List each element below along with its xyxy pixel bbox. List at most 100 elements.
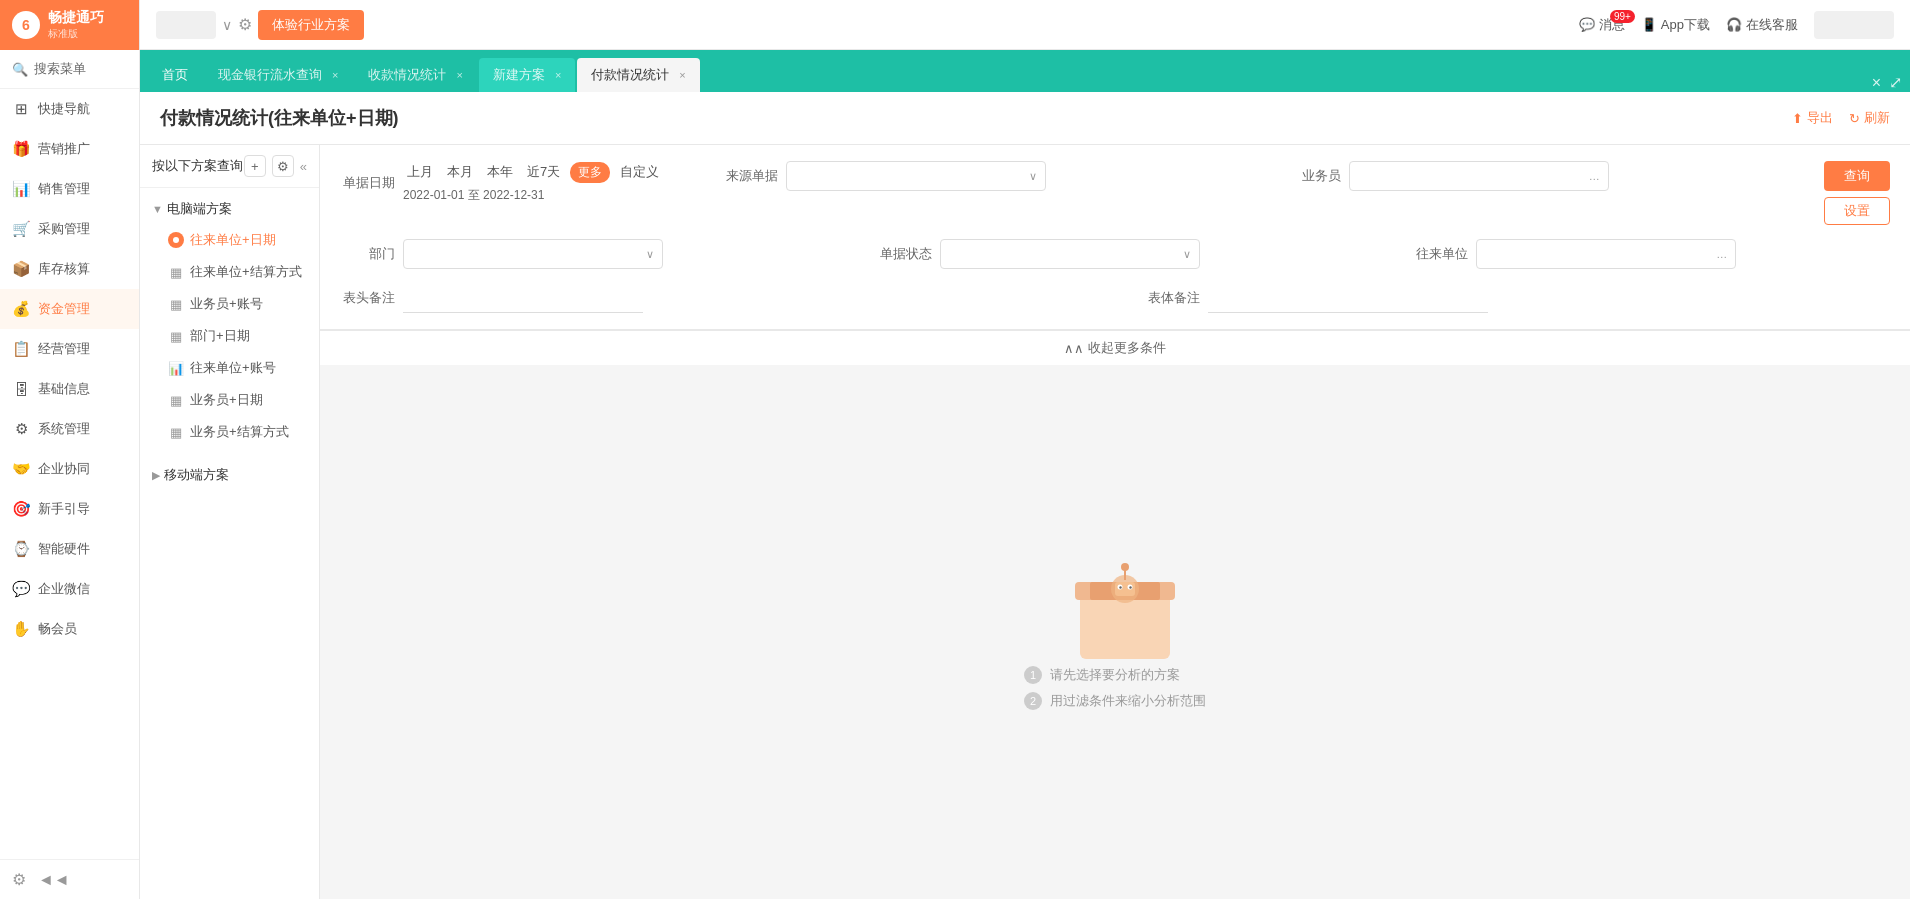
body-note-input[interactable] — [1208, 283, 1488, 313]
sidebar-item-system[interactable]: ⚙ 系统管理 — [0, 409, 139, 449]
tab-home-label: 首页 — [162, 66, 188, 84]
scheme-item-unit-date[interactable]: 往来单位+日期 — [140, 224, 319, 256]
sidebar-item-operation[interactable]: 📋 经营管理 — [0, 329, 139, 369]
sidebar-item-member[interactable]: ✋ 畅会员 — [0, 609, 139, 649]
close-all-tabs-btn[interactable]: × — [1872, 74, 1881, 92]
sidebar-item-basic[interactable]: 🗄 基础信息 — [0, 369, 139, 409]
quick-nav-icon: ⊞ — [12, 100, 30, 118]
table-icon: ▦ — [168, 328, 184, 344]
source-select[interactable]: ∨ — [786, 161, 1046, 191]
sidebar-item-hardware[interactable]: ⌚ 智能硬件 — [0, 529, 139, 569]
tab-payment-stats-close[interactable]: × — [679, 69, 685, 81]
sidebar-item-wechat[interactable]: 💬 企业微信 — [0, 569, 139, 609]
tip-num-2: 2 — [1024, 692, 1042, 710]
query-btn[interactable]: 查询 — [1824, 161, 1890, 191]
empty-tip-1: 1 请先选择要分析的方案 — [1024, 666, 1206, 684]
date-range-display[interactable]: 2022-01-01 至 2022-12-31 — [403, 187, 663, 204]
staff-select-arrow: … — [1589, 170, 1600, 182]
tab-home[interactable]: 首页 — [148, 58, 202, 92]
scheme-item-label: 业务员+结算方式 — [190, 423, 289, 441]
sidebar-item-guide[interactable]: 🎯 新手引导 — [0, 489, 139, 529]
sidebar-item-inventory[interactable]: 📦 库存核算 — [0, 249, 139, 289]
scheme-item-staff-date[interactable]: ▦ 业务员+日期 — [140, 384, 319, 416]
quick-date-7days[interactable]: 近7天 — [523, 161, 564, 183]
content-area: 付款情况统计(往来单位+日期) ⬆ 导出 ↻ 刷新 按以下方案查询 + — [140, 92, 1910, 899]
sidebar-item-quick-nav[interactable]: ⊞ 快捷导航 — [0, 89, 139, 129]
dept-select[interactable]: ∨ — [403, 239, 663, 269]
filter-area: 单据日期 上月 本月 本年 近7天 更多 自定义 20 — [320, 145, 1910, 330]
header-note-input[interactable] — [403, 283, 643, 313]
quick-date-custom[interactable]: 自定义 — [616, 161, 663, 183]
hardware-icon: ⌚ — [12, 540, 30, 558]
sidebar-item-label: 营销推广 — [38, 140, 90, 158]
doc-status-select[interactable]: ∨ — [940, 239, 1200, 269]
mobile-group-header[interactable]: ▶ 移动端方案 — [140, 460, 319, 490]
quick-date-buttons: 上月 本月 本年 近7天 更多 自定义 — [403, 161, 663, 183]
refresh-icon: ↻ — [1849, 111, 1860, 126]
desktop-group-header[interactable]: ▼ 电脑端方案 — [140, 194, 319, 224]
sidebar-item-label: 企业微信 — [38, 580, 90, 598]
table-icon: ▦ — [168, 296, 184, 312]
tab-new-scheme-close[interactable]: × — [555, 69, 561, 81]
scheme-item-dept-date[interactable]: ▦ 部门+日期 — [140, 320, 319, 352]
edit-scheme-btn[interactable]: ⚙ — [272, 155, 294, 177]
collapse-conditions-btn[interactable]: ∧∧ 收起更多条件 — [320, 330, 1910, 365]
message-btn[interactable]: 💬 消息 99+ — [1579, 16, 1625, 34]
tabs-actions: × ⤢ — [1872, 73, 1902, 92]
export-btn[interactable]: ⬆ 导出 — [1792, 109, 1833, 127]
staff-select[interactable]: … — [1349, 161, 1609, 191]
sidebar-item-sales[interactable]: 📊 销售管理 — [0, 169, 139, 209]
sidebar: 6 畅捷通巧 标准版 🔍 搜索菜单 ⊞ 快捷导航 🎁 营销推广 📊 销售管理 🛒… — [0, 0, 140, 899]
sidebar-item-finance[interactable]: 💰 资金管理 — [0, 289, 139, 329]
tab-receipt-stats-close[interactable]: × — [456, 69, 462, 81]
refresh-btn[interactable]: ↻ 刷新 — [1849, 109, 1890, 127]
topbar-user-info[interactable] — [1814, 11, 1894, 39]
sidebar-item-marketing[interactable]: 🎁 营销推广 — [0, 129, 139, 169]
inventory-icon: 📦 — [12, 260, 30, 278]
scheme-item-staff-settle[interactable]: ▦ 业务员+结算方式 — [140, 416, 319, 448]
trial-btn[interactable]: 体验行业方案 — [258, 10, 364, 40]
main-layout: 按以下方案查询 + ⚙ « ▼ 电脑端方案 往来单位+日期 — [140, 145, 1910, 899]
tab-receipt-stats[interactable]: 收款情况统计 × — [354, 58, 476, 92]
settings-btn[interactable]: 设置 — [1824, 197, 1890, 225]
table-icon: ▦ — [168, 392, 184, 408]
tab-new-scheme[interactable]: 新建方案 × — [479, 58, 575, 92]
sidebar-item-label: 库存核算 — [38, 260, 90, 278]
message-badge: 99+ — [1610, 10, 1635, 23]
svg-rect-0 — [1080, 594, 1170, 659]
quick-date-more-active[interactable]: 更多 — [570, 162, 610, 183]
app-download-btn[interactable]: 📱 App下载 — [1641, 16, 1710, 34]
add-scheme-btn[interactable]: + — [244, 155, 266, 177]
expand-tab-btn[interactable]: ⤢ — [1889, 73, 1902, 92]
tab-payment-stats[interactable]: 付款情况统计 × — [577, 58, 699, 92]
settings-footer-btn[interactable]: ⚙ — [12, 870, 26, 889]
sidebar-header: 6 畅捷通巧 标准版 — [0, 0, 139, 50]
scheme-item-staff-account[interactable]: ▦ 业务员+账号 — [140, 288, 319, 320]
sidebar-item-enterprise[interactable]: 🤝 企业协同 — [0, 449, 139, 489]
unit-label: 往来单位 — [1413, 245, 1468, 263]
quick-date-this-month[interactable]: 本月 — [443, 161, 477, 183]
brand-version: 标准版 — [48, 27, 104, 41]
collapse-sidebar-btn[interactable]: ◄◄ — [38, 871, 70, 889]
empty-tip-2: 2 用过滤条件来缩小分析范围 — [1024, 692, 1206, 710]
search-menu[interactable]: 🔍 搜索菜单 — [0, 50, 139, 89]
tip-num-1: 1 — [1024, 666, 1042, 684]
system-icon: ⚙ — [12, 420, 30, 438]
quick-date-this-year[interactable]: 本年 — [483, 161, 517, 183]
sidebar-item-purchase[interactable]: 🛒 采购管理 — [0, 209, 139, 249]
sidebar-item-label: 基础信息 — [38, 380, 90, 398]
unit-select[interactable]: … — [1476, 239, 1736, 269]
scheme-item-unit-account[interactable]: 📊 往来单位+账号 — [140, 352, 319, 384]
tab-bank-flow-close[interactable]: × — [332, 69, 338, 81]
scheme-item-label: 业务员+日期 — [190, 391, 263, 409]
topbar-dropdown-btn[interactable]: ∨ — [222, 17, 232, 33]
service-btn[interactable]: 🎧 在线客服 — [1726, 16, 1798, 34]
sidebar-item-label: 新手引导 — [38, 500, 90, 518]
scheme-item-unit-settle[interactable]: ▦ 往来单位+结算方式 — [140, 256, 319, 288]
topbar-settings-btn[interactable]: ⚙ — [238, 15, 252, 34]
tab-bank-flow[interactable]: 现金银行流水查询 × — [204, 58, 352, 92]
scheme-item-label: 部门+日期 — [190, 327, 250, 345]
sidebar-item-label: 资金管理 — [38, 300, 90, 318]
collapse-scheme-btn[interactable]: « — [300, 159, 307, 174]
quick-date-last-month[interactable]: 上月 — [403, 161, 437, 183]
